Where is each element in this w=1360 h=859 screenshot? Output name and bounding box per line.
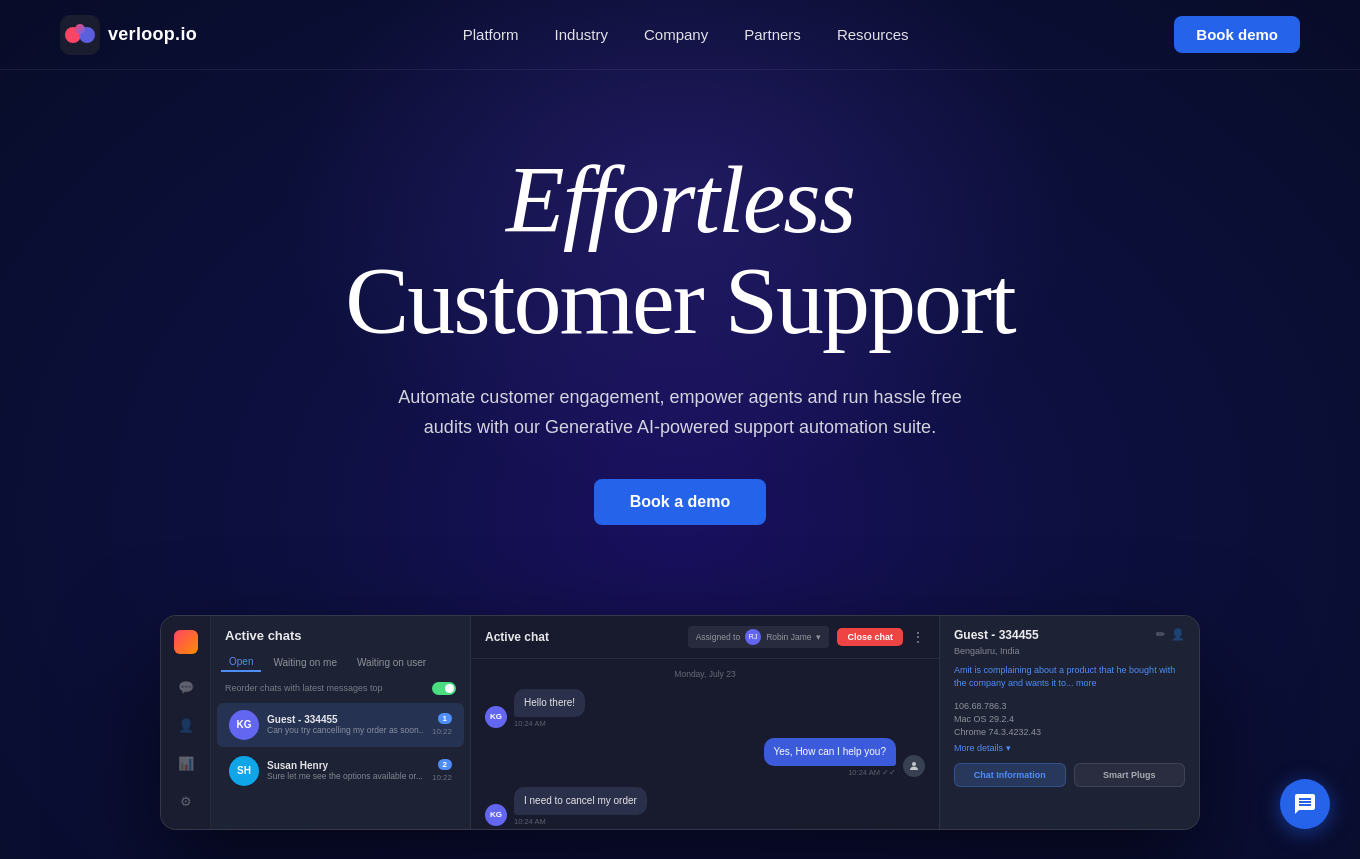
chat-item-kg[interactable]: KG Guest - 334455 Can you try cancelling… — [217, 703, 464, 747]
tab-open[interactable]: Open — [221, 653, 261, 672]
info-guest-name: Guest - 334455 — [954, 628, 1039, 642]
dashboard-sidebar: 💬 👤 📊 ⚙ — [161, 616, 211, 829]
more-details-link[interactable]: More details ▾ — [954, 743, 1185, 753]
navbar: verloop.io Platform Industry Company Par… — [0, 0, 1360, 70]
info-panel: Guest - 334455 ✏ 👤 Bengaluru, India Amit… — [939, 616, 1199, 829]
tab-waiting-user[interactable]: Waiting on user — [349, 653, 434, 672]
msg-avatar-1: KG — [485, 706, 507, 728]
nav-book-demo-button[interactable]: Book demo — [1174, 16, 1300, 53]
chat-list-title: Active chats — [211, 628, 470, 653]
chat-meta-kg: 1 10:22 — [432, 713, 452, 736]
msg-time-1: 10:24 AM — [514, 719, 585, 728]
msg-avatar-2 — [903, 755, 925, 777]
chat-meta-sh: 2 10:22 — [432, 759, 452, 782]
dashboard-preview: 💬 👤 📊 ⚙ Active chats Open Waiting on me … — [130, 615, 1230, 830]
chat-name-kg: Guest - 334455 — [267, 714, 424, 725]
reorder-row: Reorder chats with latest messages top — [211, 682, 470, 703]
sidebar-logo — [174, 630, 198, 654]
chat-info-button[interactable]: Chat Information — [954, 763, 1066, 787]
chat-avatar-sh: SH — [229, 756, 259, 786]
msg-bubble-1: Hello there! 10:24 AM — [514, 689, 585, 728]
info-footer: Chat Information Smart Plugs — [954, 763, 1185, 787]
info-header-icons: ✏ 👤 — [1156, 628, 1185, 641]
message-3: KG I need to cancel my order 10:24 AM — [485, 787, 925, 826]
chat-badge-kg: 1 — [438, 713, 452, 724]
hero-title-line2: Customer Support — [20, 251, 1340, 352]
assignee-chevron-icon: ▾ — [816, 632, 821, 642]
svg-point-3 — [75, 24, 85, 34]
chat-info-kg: Guest - 334455 Can you try cancelling my… — [267, 714, 424, 735]
assignee-label: Assigned to — [696, 632, 740, 642]
nav-company[interactable]: Company — [644, 26, 708, 43]
active-chat-panel: Active chat Assigned to RJ Robin Jame ▾ … — [471, 616, 939, 829]
logo-icon — [60, 15, 100, 55]
user-add-icon[interactable]: 👤 — [1171, 628, 1185, 641]
more-options-icon[interactable]: ⋮ — [911, 629, 925, 645]
info-header: Guest - 334455 ✏ 👤 — [954, 628, 1185, 642]
msg-text-1: Hello there! — [514, 689, 585, 717]
reorder-toggle[interactable] — [432, 682, 456, 695]
chat-assignee: Assigned to RJ Robin Jame ▾ — [688, 626, 830, 648]
nav-resources[interactable]: Resources — [837, 26, 909, 43]
chat-name-sh: Susan Henry — [267, 760, 424, 771]
message-2: Yes, How can I help you? 10:24 AM ✓✓ — [485, 738, 925, 777]
hero-title: Effortless Customer Support — [20, 150, 1340, 352]
assignee-name: Robin Jame — [766, 632, 811, 642]
hero-title-line1: Effortless — [20, 150, 1340, 251]
nav-platform[interactable]: Platform — [463, 26, 519, 43]
info-ip: 106.68.786.3 — [954, 701, 1185, 711]
chat-header-title: Active chat — [485, 630, 549, 644]
svg-point-4 — [912, 762, 916, 766]
nav-links: Platform Industry Company Partners Resou… — [463, 26, 909, 44]
chat-messages: Monday, July 23 KG Hello there! 10:24 AM — [471, 659, 939, 829]
chat-tabs: Open Waiting on me Waiting on user — [211, 653, 470, 672]
msg-time-3: 10:24 AM — [514, 817, 647, 826]
info-os: Mac OS 29.2.4 — [954, 714, 1185, 724]
chat-time-kg: 10:22 — [432, 727, 452, 736]
info-description: Amit is complaining about a product that… — [954, 664, 1185, 691]
dashboard-frame: 💬 👤 📊 ⚙ Active chats Open Waiting on me … — [160, 615, 1200, 830]
chat-badge-sh: 2 — [438, 759, 452, 770]
info-location: Bengaluru, India — [954, 646, 1185, 656]
chat-item-sh[interactable]: SH Susan Henry Sure let me see the optio… — [217, 749, 464, 793]
hero-section: Effortless Customer Support Automate cus… — [0, 70, 1360, 575]
message-1: KG Hello there! 10:24 AM — [485, 689, 925, 728]
sidebar-settings-icon: ⚙ — [176, 792, 196, 812]
hero-book-demo-button[interactable]: Book a demo — [594, 479, 766, 525]
tab-waiting-me[interactable]: Waiting on me — [265, 653, 345, 672]
info-browser: Chrome 74.3.4232.43 — [954, 727, 1185, 737]
chat-widget-icon — [1293, 792, 1317, 816]
hero-subtitle: Automate customer engagement, empower ag… — [380, 382, 980, 443]
assignee-avatar: RJ — [745, 629, 761, 645]
chat-list-panel: Active chats Open Waiting on me Waiting … — [211, 616, 471, 829]
chat-header-right: Assigned to RJ Robin Jame ▾ Close chat ⋮ — [688, 626, 925, 648]
chat-avatar-kg: KG — [229, 710, 259, 740]
msg-bubble-3: I need to cancel my order 10:24 AM — [514, 787, 647, 826]
msg-text-3: I need to cancel my order — [514, 787, 647, 815]
chevron-down-icon: ▾ — [1006, 743, 1011, 753]
nav-industry[interactable]: Industry — [555, 26, 608, 43]
msg-time-2: 10:24 AM ✓✓ — [764, 768, 896, 777]
sidebar-chart-icon: 📊 — [176, 754, 196, 774]
sidebar-user-icon: 👤 — [176, 716, 196, 736]
msg-bubble-2: Yes, How can I help you? 10:24 AM ✓✓ — [764, 738, 896, 777]
date-divider: Monday, July 23 — [485, 669, 925, 679]
close-chat-button[interactable]: Close chat — [837, 628, 903, 646]
sidebar-chat-icon: 💬 — [176, 678, 196, 698]
info-desc-more[interactable]: more — [1076, 678, 1097, 688]
msg-avatar-3: KG — [485, 804, 507, 826]
chat-header: Active chat Assigned to RJ Robin Jame ▾ … — [471, 616, 939, 659]
edit-icon[interactable]: ✏ — [1156, 628, 1165, 641]
smart-plugs-button[interactable]: Smart Plugs — [1074, 763, 1186, 787]
nav-partners[interactable]: Partners — [744, 26, 801, 43]
chat-time-sh: 10:22 — [432, 773, 452, 782]
logo-link[interactable]: verloop.io — [60, 15, 197, 55]
chat-preview-kg: Can you try cancelling my order as soon.… — [267, 725, 424, 735]
chat-widget-button[interactable] — [1280, 779, 1330, 829]
chat-preview-sh: Sure let me see the options available or… — [267, 771, 424, 781]
msg-text-2: Yes, How can I help you? — [764, 738, 896, 766]
reorder-label: Reorder chats with latest messages top — [225, 683, 383, 693]
logo-text: verloop.io — [108, 24, 197, 45]
chat-info-sh: Susan Henry Sure let me see the options … — [267, 760, 424, 781]
